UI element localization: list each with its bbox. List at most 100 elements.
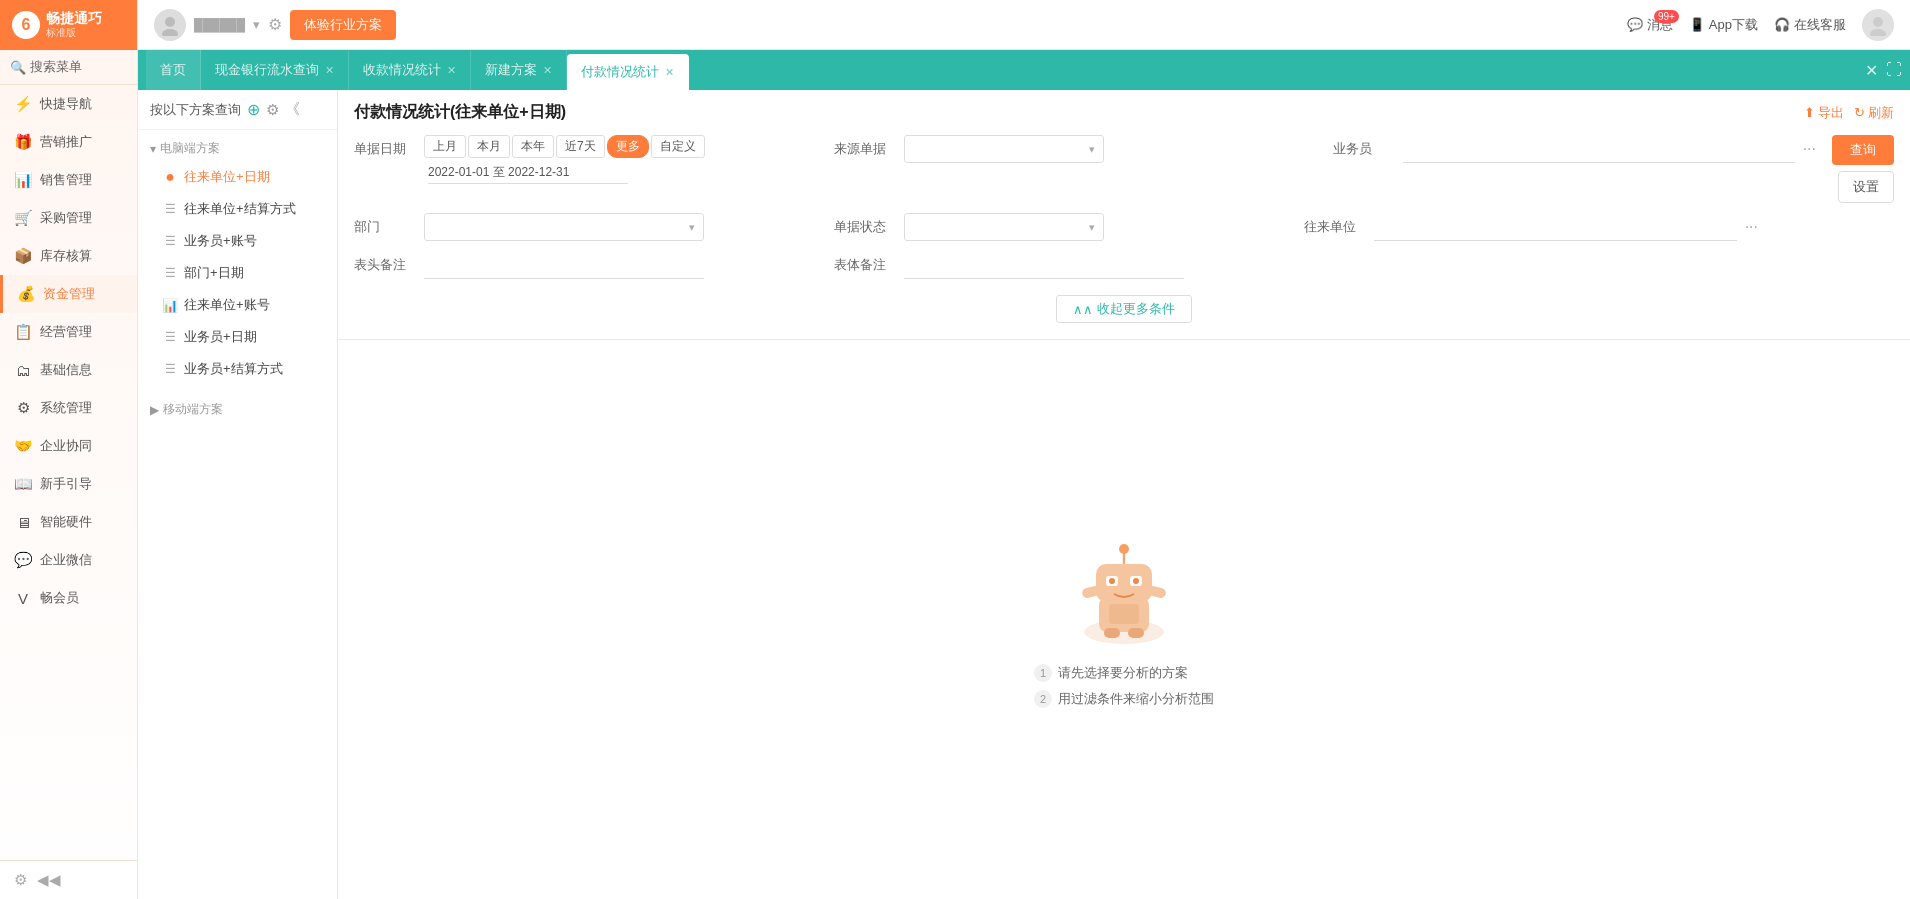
sidebar-item-basic[interactable]: 🗂 基础信息 [0,351,137,389]
collapse-btn[interactable]: ∧∧ 收起更多条件 [1056,295,1192,323]
date-btn-this-year[interactable]: 本年 [512,135,554,158]
scheme-salesperson-settlement[interactable]: ☰ 业务员+结算方式 [138,353,337,385]
scheme-icon-6: ☰ [162,361,178,377]
tab-collection[interactable]: 收款情况统计 ✕ [349,50,471,90]
scheme-active-icon: ● [162,169,178,185]
empty-tips: 1 请先选择要分析的方案 2 用过滤条件来缩小分析范围 [1034,664,1214,708]
salesperson-more-btn[interactable]: ··· [1803,140,1816,158]
add-scheme-btn[interactable]: ⊕ [247,100,260,119]
settings-btn[interactable]: 设置 [1838,171,1894,203]
svg-rect-17 [1128,628,1144,638]
tab-payment-close[interactable]: ✕ [665,66,674,79]
service-icon: 🎧 [1774,17,1790,32]
panel-collapse-btn[interactable]: 《 [285,100,300,119]
operation-icon: 📋 [14,323,32,341]
doc-status-select[interactable]: ▾ [904,213,1104,241]
logo-icon: 6 [12,11,40,39]
svg-point-3 [1870,29,1886,36]
date-btn-this-month[interactable]: 本月 [468,135,510,158]
sidebar-item-finance[interactable]: 💰 资金管理 [0,275,137,313]
export-icon: ⬆ [1804,105,1815,120]
username-display: ██████ [194,18,245,32]
tab-payment[interactable]: 付款情况统计 ✕ [567,54,689,90]
scheme-partner-account[interactable]: 📊 往来单位+账号 [138,289,337,321]
main-area: ██████ ▾ ⚙ 体验行业方案 💬 消息 99+ 📱 App下载 🎧 在线客… [138,0,1910,899]
date-btn-7days[interactable]: 近7天 [556,135,605,158]
partner-input[interactable] [1374,213,1737,241]
sidebar-item-sales[interactable]: 📊 销售管理 [0,161,137,199]
scheme-salesperson-date[interactable]: ☰ 业务员+日期 [138,321,337,353]
settings-footer-btn[interactable]: ⚙ [14,871,27,889]
salesperson-input[interactable] [1403,135,1795,163]
settings-icon[interactable]: ⚙ [268,15,282,34]
trial-btn[interactable]: 体验行业方案 [290,10,396,40]
header-note-input[interactable] [424,251,704,279]
mobile-group-toggle[interactable]: ▶ 移动端方案 [138,397,337,422]
dept-label: 部门 [354,213,424,241]
tab-bank-close[interactable]: ✕ [325,64,334,77]
sidebar-item-operation[interactable]: 📋 经营管理 [0,313,137,351]
refresh-btn[interactable]: ↻ 刷新 [1854,104,1894,122]
source-select[interactable]: ▾ [904,135,1104,163]
desktop-group-toggle[interactable]: ▾ 电脑端方案 [138,136,337,161]
tab-bank[interactable]: 现金银行流水查询 ✕ [201,50,349,90]
enterprise-icon: 🤝 [14,437,32,455]
header-right: 💬 消息 99+ 📱 App下载 🎧 在线客服 [1627,9,1894,41]
app-download-btn[interactable]: 📱 App下载 [1689,16,1758,34]
sidebar-item-member[interactable]: V 畅会员 [0,579,137,617]
collapse-sidebar-btn[interactable]: ◀◀ [37,871,61,889]
query-btn[interactable]: 查询 [1832,135,1894,165]
scheme-salesperson-account[interactable]: ☰ 业务员+账号 [138,225,337,257]
date-range-display[interactable]: 2022-01-01 至 2022-12-31 [428,162,628,184]
sidebar-item-hardware[interactable]: 🖥 智能硬件 [0,503,137,541]
member-icon: V [14,589,32,607]
tab-close-all-btn[interactable]: ✕ [1865,61,1878,80]
body-note-input[interactable] [904,251,1184,279]
user-dropdown-btn[interactable]: ▾ [253,17,260,32]
sidebar-footer: ⚙ ◀◀ [0,860,137,899]
scheme-partner-date[interactable]: ● 往来单位+日期 [138,161,337,193]
tab-expand-btn[interactable]: ⛶ [1886,61,1902,80]
svg-point-1 [162,29,178,36]
partner-more-btn[interactable]: ··· [1745,218,1758,236]
tab-new-scheme-close[interactable]: ✕ [543,64,552,77]
sidebar-item-enterprise[interactable]: 🤝 企业协同 [0,427,137,465]
collapse-row: ∧∧ 收起更多条件 [354,287,1894,327]
hardware-icon: 🖥 [14,513,32,531]
date-btn-custom[interactable]: 自定义 [651,135,705,158]
messages-btn[interactable]: 💬 消息 99+ [1627,16,1673,34]
scheme-settings-btn[interactable]: ⚙ [266,101,279,119]
sidebar-item-system[interactable]: ⚙ 系统管理 [0,389,137,427]
sidebar-item-guide[interactable]: 📖 新手引导 [0,465,137,503]
sidebar-item-shortcut[interactable]: ⚡ 快捷导航 [0,85,137,123]
filter-action-btns: 查询 设置 [1832,135,1894,203]
tab-new-scheme[interactable]: 新建方案 ✕ [471,50,567,90]
scheme-dept-date[interactable]: ☰ 部门+日期 [138,257,337,289]
scheme-partner-settlement[interactable]: ☰ 往来单位+结算方式 [138,193,337,225]
sidebar-item-inventory[interactable]: 📦 库存核算 [0,237,137,275]
system-icon: ⚙ [14,399,32,417]
date-btn-last-month[interactable]: 上月 [424,135,466,158]
online-service-btn[interactable]: 🎧 在线客服 [1774,16,1846,34]
dept-select[interactable]: ▾ [424,213,704,241]
date-btn-more[interactable]: 更多 [607,135,649,158]
sales-icon: 📊 [14,171,32,189]
filter-title-row: 付款情况统计(往来单位+日期) ⬆ 导出 ↻ 刷新 [354,102,1894,123]
avatar [154,9,186,41]
sidebar-item-purchase[interactable]: 🛒 采购管理 [0,199,137,237]
desktop-scheme-group: ▾ 电脑端方案 ● 往来单位+日期 ☰ 往来单位+结算方式 ☰ 业务员+账号 ☰ [138,130,337,391]
empty-robot-illustration [1064,532,1184,652]
tab-collection-close[interactable]: ✕ [447,64,456,77]
export-btn[interactable]: ⬆ 导出 [1804,104,1844,122]
sidebar-item-wechat[interactable]: 💬 企业微信 [0,541,137,579]
user-avatar[interactable] [1862,9,1894,41]
basic-icon: 🗂 [14,361,32,379]
sidebar-item-marketing[interactable]: 🎁 营销推广 [0,123,137,161]
tab-home[interactable]: 首页 [146,50,201,90]
search-menu[interactable]: 🔍 搜索菜单 [0,50,137,85]
partner-label: 往来单位 [1304,213,1374,241]
scheme-icon-4: 📊 [162,297,178,313]
filter-title-actions: ⬆ 导出 ↻ 刷新 [1804,104,1894,122]
dept-select-arrow: ▾ [689,221,695,234]
date-btn-group: 上月 本月 本年 近7天 更多 自定义 [424,135,705,158]
